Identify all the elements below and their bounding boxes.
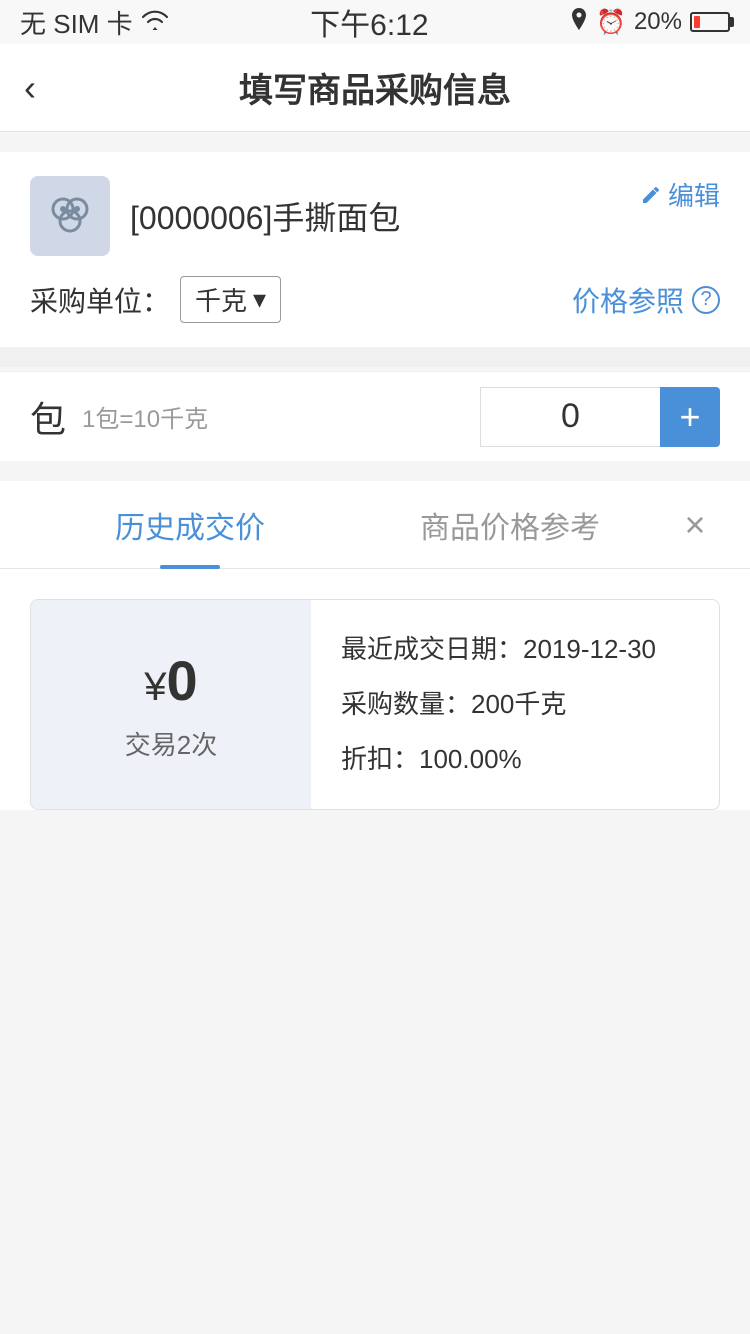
tabs-panel: 历史成交价 商品价格参考 × ¥0 交易2次 最近成交日期：2019-12-30… xyxy=(0,481,750,810)
quantity-label: 包 1包=10千克 xyxy=(30,391,208,443)
chevron-down-icon: ▾ xyxy=(253,284,266,315)
product-card: [0000006]手撕面包 编辑 采购单位： 千克 ▾ 价格参照 ? xyxy=(0,152,750,347)
edit-button[interactable]: 编辑 xyxy=(640,176,720,213)
quantity-input[interactable] xyxy=(480,387,660,447)
tab-history-price[interactable]: 历史成交价 xyxy=(30,481,350,569)
price-left-panel: ¥0 交易2次 xyxy=(31,600,311,809)
transaction-count: 交易2次 xyxy=(125,725,217,762)
status-left: 无 SIM 卡 xyxy=(20,4,169,41)
quantity-plus-button[interactable]: + xyxy=(660,387,720,447)
quantity-row: 包 1包=10千克 + xyxy=(0,371,750,461)
back-button[interactable]: ‹ xyxy=(24,67,36,109)
status-bar: 无 SIM 卡 下午6:12 ⏰ 20% xyxy=(0,0,750,44)
unit-name: 包 xyxy=(30,391,66,443)
unit-dropdown[interactable]: 千克 ▾ xyxy=(180,276,281,323)
location-icon xyxy=(570,8,588,37)
quantity-controls: + xyxy=(480,387,720,447)
battery-icon xyxy=(690,12,730,32)
tab-close-button[interactable]: × xyxy=(670,500,720,550)
purchase-unit: 采购单位： 千克 ▾ xyxy=(30,276,281,323)
currency-symbol: ¥ xyxy=(144,665,166,709)
wifi-icon xyxy=(141,7,169,38)
price-amount: ¥0 xyxy=(144,648,197,713)
recent-date-row: 最近成交日期：2019-12-30 xyxy=(341,630,689,669)
unit-hint: 1包=10千克 xyxy=(82,399,208,434)
quantity-row-detail: 采购数量：200千克 xyxy=(341,685,689,724)
product-icon xyxy=(30,176,110,256)
product-name: [0000006]手撕面包 xyxy=(130,193,400,239)
discount-row: 折扣：100.00% xyxy=(341,740,689,779)
status-right: ⏰ 20% xyxy=(570,8,730,37)
product-header: [0000006]手撕面包 编辑 xyxy=(30,176,720,256)
price-ref-button[interactable]: 价格参照 ? xyxy=(572,280,720,320)
battery-percent: 20% xyxy=(634,8,682,36)
sim-status: 无 SIM 卡 xyxy=(20,4,133,41)
product-left: [0000006]手撕面包 xyxy=(30,176,400,256)
status-time: 下午6:12 xyxy=(310,0,428,44)
price-right-panel: 最近成交日期：2019-12-30 采购数量：200千克 折扣：100.00% xyxy=(311,600,719,809)
alarm-icon: ⏰ xyxy=(596,8,626,37)
separator xyxy=(0,347,750,367)
price-card: ¥0 交易2次 最近成交日期：2019-12-30 采购数量：200千克 折扣：… xyxy=(30,599,720,810)
purchase-unit-label: 采购单位： xyxy=(30,280,170,320)
tabs-header: 历史成交价 商品价格参考 × xyxy=(0,481,750,569)
page-title: 填写商品采购信息 xyxy=(239,63,511,112)
price-ref-help-icon: ? xyxy=(692,286,720,314)
tab-price-reference[interactable]: 商品价格参考 xyxy=(350,481,670,569)
nav-bar: ‹ 填写商品采购信息 xyxy=(0,44,750,132)
product-footer: 采购单位： 千克 ▾ 价格参照 ? xyxy=(30,276,720,323)
